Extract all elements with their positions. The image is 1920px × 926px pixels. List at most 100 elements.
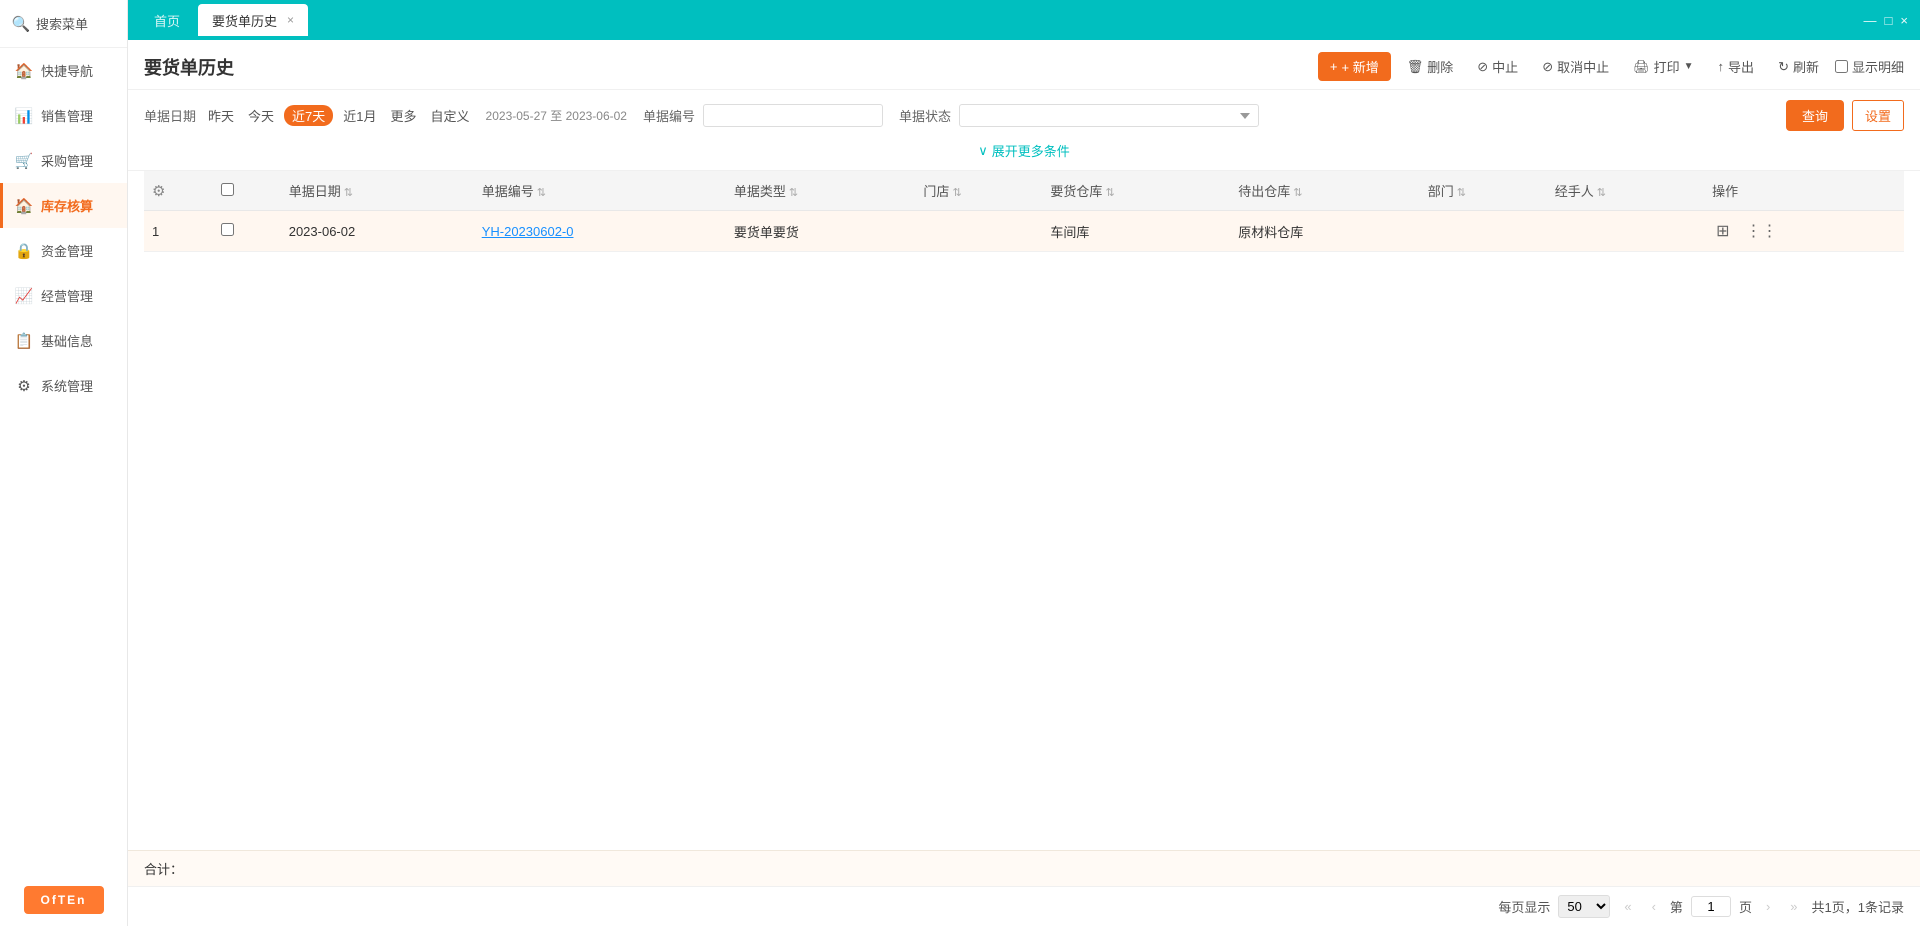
row-view-button[interactable]: ⊞: [1712, 219, 1733, 243]
col-no[interactable]: 单据编号: [474, 171, 726, 211]
new-label: + 新增: [1342, 57, 1379, 76]
cancel-stop-icon: ⊘: [1542, 59, 1553, 75]
page-header: 要货单历史 + + 新增 🗑 删除 ⊘ 中止 ⊘ 取消中止: [128, 40, 1920, 90]
finance-icon: 🔒: [15, 242, 33, 260]
content: 要货单历史 + + 新增 🗑 删除 ⊘ 中止 ⊘ 取消中止: [128, 40, 1920, 926]
select-all-checkbox[interactable]: [221, 183, 234, 196]
sidebar-item-label: 资金管理: [41, 241, 93, 260]
sidebar-search-label: 搜索菜单: [36, 14, 88, 33]
sidebar-item-system[interactable]: ⚙ 系统管理: [0, 363, 127, 408]
filter-area: 单据日期 昨天 今天 近7天 近1月 更多 自定义 2023-05-27 至 2…: [128, 90, 1920, 171]
shortcut-1month[interactable]: 近1月: [339, 105, 380, 126]
settings-button[interactable]: 设置: [1852, 100, 1904, 131]
docstatus-select[interactable]: [959, 104, 1259, 127]
tab-home-label: 首页: [154, 11, 180, 30]
shortcut-custom[interactable]: 自定义: [427, 105, 474, 126]
cell-dept: [1420, 211, 1547, 252]
row-more-button[interactable]: ⋮⋮: [1742, 219, 1782, 243]
tab-active[interactable]: 要货单历史 ×: [198, 4, 308, 36]
new-button[interactable]: + + 新增: [1318, 52, 1391, 81]
column-settings-icon[interactable]: ⚙: [152, 183, 165, 200]
window-minimize-icon[interactable]: —: [1864, 13, 1877, 28]
page-label: 第: [1670, 897, 1683, 916]
table-header-row: ⚙ 单据日期 单据编号 单据类型 门店 要货仓库 待出仓库 部门 经手人 操: [144, 171, 1904, 211]
display-detail-checkbox[interactable]: [1835, 60, 1848, 73]
shortcut-7days[interactable]: 近7天: [284, 105, 333, 126]
docno-filter-label: 单据编号: [643, 106, 695, 125]
delete-button[interactable]: 🗑 删除: [1399, 53, 1462, 80]
refresh-label: 刷新: [1793, 57, 1819, 76]
refresh-button[interactable]: ↻ 刷新: [1770, 53, 1827, 80]
col-date[interactable]: 单据日期: [281, 171, 474, 211]
col-pending-warehouse[interactable]: 待出仓库: [1230, 171, 1420, 211]
col-store[interactable]: 门店: [915, 171, 1042, 211]
print-button[interactable]: 🖨 打印 ▼: [1625, 53, 1701, 80]
col-req-warehouse[interactable]: 要货仓库: [1042, 171, 1230, 211]
expand-more[interactable]: ∨ 展开更多条件: [144, 137, 1904, 164]
prev-page-button[interactable]: ‹: [1646, 897, 1662, 916]
col-type[interactable]: 单据类型: [726, 171, 916, 211]
docno-input[interactable]: [703, 104, 883, 127]
stop-button[interactable]: ⊘ 中止: [1469, 53, 1526, 80]
tab-close-icon[interactable]: ×: [287, 13, 294, 27]
tab-home[interactable]: 首页: [140, 4, 194, 36]
shortcut-more[interactable]: 更多: [387, 105, 421, 126]
footer-sum: 合计：: [128, 850, 1920, 886]
display-detail-toggle[interactable]: 显示明细: [1835, 57, 1904, 76]
next-page-button[interactable]: ›: [1760, 897, 1776, 916]
data-table: ⚙ 单据日期 单据编号 单据类型 门店 要货仓库 待出仓库 部门 经手人 操: [144, 171, 1904, 252]
per-page-select[interactable]: 10 20 50 100: [1558, 895, 1610, 918]
print-icon: 🖨: [1633, 59, 1650, 75]
tab-active-label: 要货单历史: [212, 11, 277, 30]
cell-store: [915, 211, 1042, 252]
new-icon: +: [1330, 59, 1338, 74]
per-page-label: 每页显示: [1498, 897, 1550, 916]
delete-label: 删除: [1427, 57, 1453, 76]
sidebar-item-basic[interactable]: 📋 基础信息: [0, 318, 127, 363]
shortcut-today[interactable]: 今天: [244, 105, 278, 126]
col-handler[interactable]: 经手人: [1547, 171, 1704, 211]
sidebar-item-finance[interactable]: 🔒 资金管理: [0, 228, 127, 273]
row-checkbox[interactable]: [221, 223, 234, 236]
brand-logo: OfTEn: [24, 886, 104, 914]
page-title: 要货单历史: [144, 54, 234, 80]
sidebar: 🔍 搜索菜单 🏠 快捷导航 📊 销售管理 🛒 采购管理 🏠 库存核算 🔒 资金管…: [0, 0, 128, 926]
query-label: 查询: [1802, 106, 1828, 125]
window-maximize-icon[interactable]: □: [1885, 13, 1893, 28]
date-shortcuts: 昨天 今天 近7天 近1月 更多 自定义: [204, 105, 474, 126]
export-button[interactable]: ↑ 导出: [1710, 53, 1763, 80]
cell-no: YH-20230602-0: [474, 211, 726, 252]
sidebar-item-label: 快捷导航: [41, 61, 93, 80]
cell-pending-warehouse: 原材料仓库: [1230, 211, 1420, 252]
expand-more-label: 展开更多条件: [992, 141, 1070, 160]
stop-icon: ⊘: [1477, 59, 1488, 75]
chevron-down-icon: ∨: [978, 143, 988, 159]
query-button[interactable]: 查询: [1786, 100, 1844, 131]
shortcut-yesterday[interactable]: 昨天: [204, 105, 238, 126]
table-row: 1 2023-06-02 YH-20230602-0 要货单要货 车间库 原材料…: [144, 211, 1904, 252]
window-close-icon[interactable]: ×: [1900, 13, 1908, 28]
sidebar-item-label: 采购管理: [41, 151, 93, 170]
sidebar-item-inventory[interactable]: 🏠 库存核算: [0, 183, 127, 228]
cell-type: 要货单要货: [726, 211, 916, 252]
sidebar-item-purchase[interactable]: 🛒 采购管理: [0, 138, 127, 183]
last-page-button[interactable]: »: [1784, 897, 1803, 916]
doc-no-link[interactable]: YH-20230602-0: [482, 224, 574, 239]
cancel-stop-button[interactable]: ⊘ 取消中止: [1534, 53, 1617, 80]
col-dept[interactable]: 部门: [1420, 171, 1547, 211]
sidebar-search[interactable]: 🔍 搜索菜单: [0, 0, 127, 48]
stop-label: 中止: [1492, 57, 1518, 76]
print-dropdown-icon: ▼: [1684, 61, 1694, 72]
col-settings[interactable]: ⚙: [144, 171, 213, 211]
cell-checkbox: [213, 211, 281, 252]
sidebar-item-operations[interactable]: 📈 经营管理: [0, 273, 127, 318]
col-checkbox: [213, 171, 281, 211]
inventory-icon: 🏠: [15, 197, 33, 215]
sidebar-bottom: OfTEn: [0, 874, 127, 926]
sidebar-item-sales[interactable]: 📊 销售管理: [0, 93, 127, 138]
first-page-button[interactable]: «: [1618, 897, 1637, 916]
page-input[interactable]: [1691, 896, 1731, 917]
settings-label: 设置: [1865, 106, 1891, 125]
cell-rowno: 1: [144, 211, 213, 252]
sidebar-item-shortcut[interactable]: 🏠 快捷导航: [0, 48, 127, 93]
